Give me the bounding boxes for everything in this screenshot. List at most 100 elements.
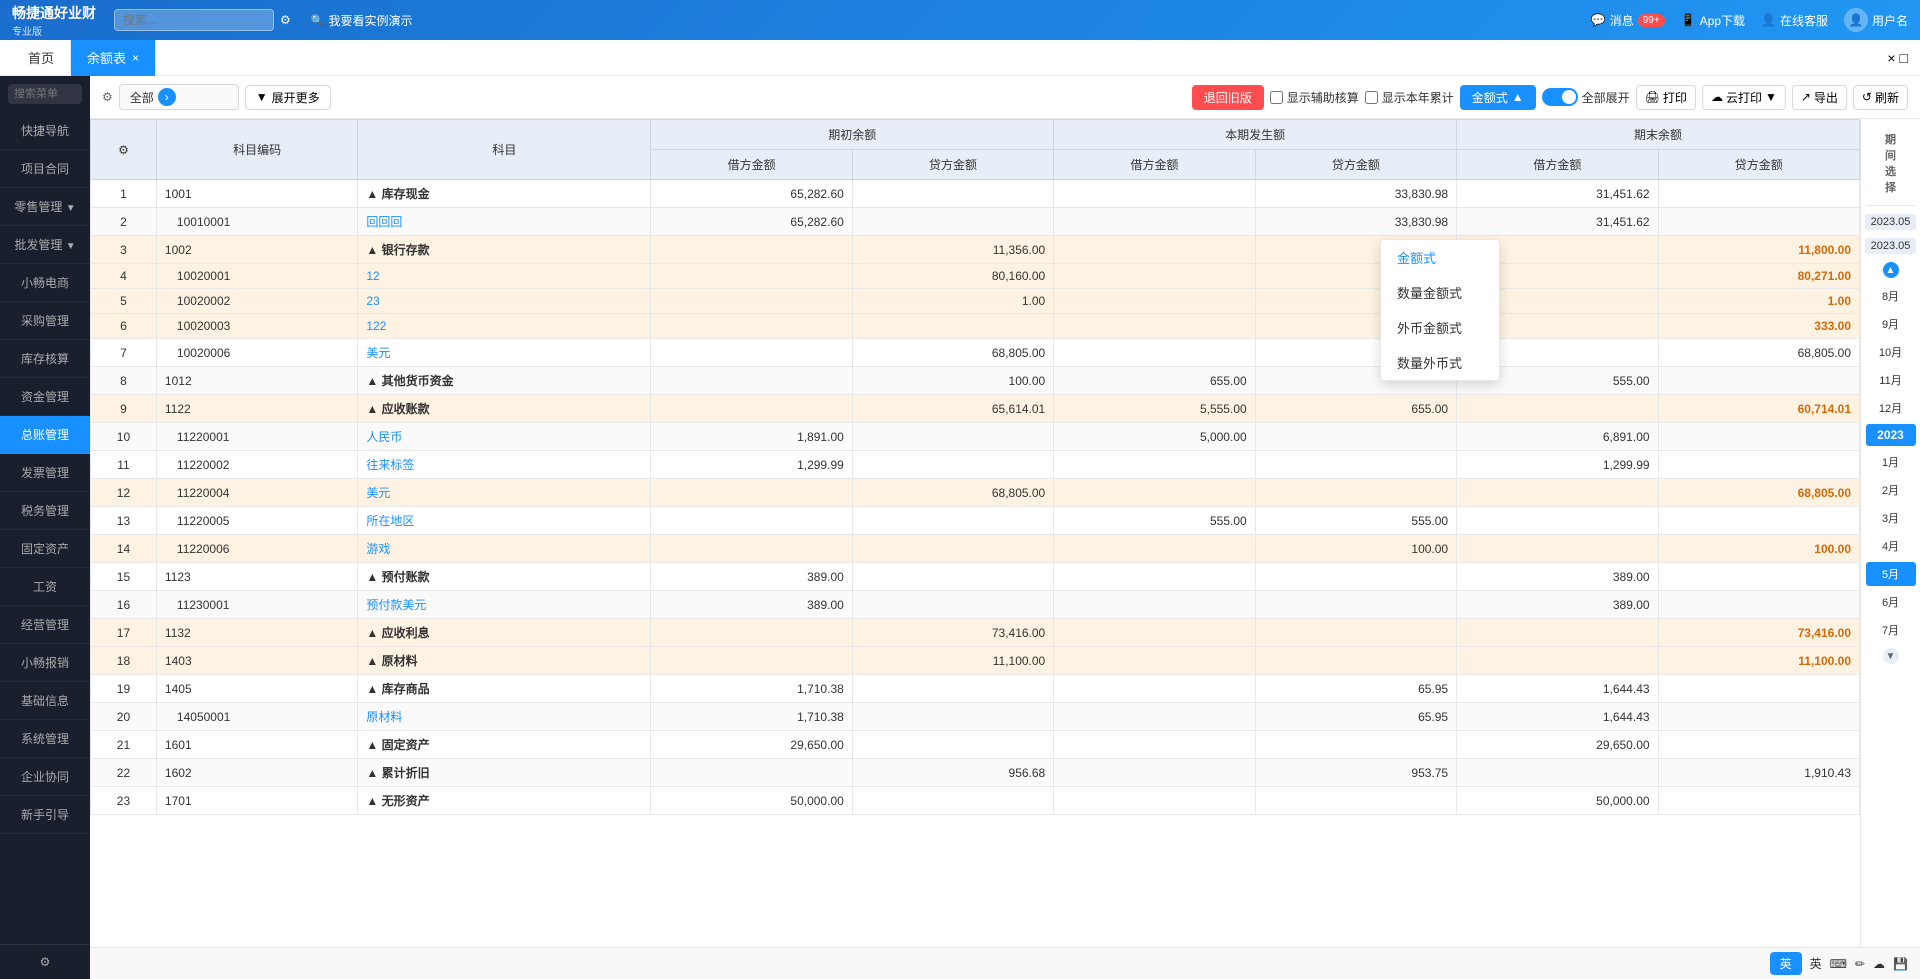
sidebar-item-operations[interactable]: 经营管理 [0, 606, 90, 644]
sidebar-item-fixed[interactable]: 固定资产 [0, 530, 90, 568]
cloud-print-btn[interactable]: ☁ 云打印 ▼ [1702, 85, 1786, 110]
cell-index: 19 [91, 675, 157, 703]
user-avatar[interactable]: 👤 用户名 [1844, 8, 1908, 32]
period-feb[interactable]: 2月 [1866, 478, 1916, 502]
keyboard-icon[interactable]: ⌨ [1830, 957, 1847, 971]
dropdown-jinemoshi[interactable]: 金额式 [1381, 240, 1499, 275]
cell-name[interactable]: 23 [358, 289, 651, 314]
cell-period-credit [1255, 619, 1456, 647]
cell-period-debit [1054, 180, 1255, 208]
cell-closing-credit [1658, 703, 1859, 731]
refresh-btn[interactable]: ↺ 刷新 [1853, 85, 1908, 110]
sidebar-item-ecommerce[interactable]: 小畅电商 [0, 264, 90, 302]
show-year-input[interactable] [1365, 91, 1378, 104]
cloud-sync-icon[interactable]: ☁ [1873, 957, 1885, 971]
online-service-btn[interactable]: 👤 在线客服 [1761, 12, 1828, 29]
sidebar-item-system[interactable]: 系统管理 [0, 720, 90, 758]
dropdown-shuliangjine[interactable]: 数量金额式 [1381, 275, 1499, 310]
print-btn[interactable]: 🖨 打印 [1636, 85, 1696, 110]
mode-btn[interactable]: 金额式 ▲ [1460, 85, 1536, 110]
cell-index: 15 [91, 563, 157, 591]
cell-name[interactable]: 所在地区 [358, 507, 651, 535]
period-nav-down[interactable]: ▼ [1883, 648, 1899, 664]
cell-name[interactable]: 人民币 [358, 423, 651, 451]
cell-period-credit: 33,830.98 [1255, 180, 1456, 208]
tab-balance[interactable]: 余额表 × [71, 40, 156, 76]
tab-home[interactable]: 首页 [12, 40, 71, 76]
show-assist-input[interactable] [1270, 91, 1283, 104]
dropdown-waibijine[interactable]: 外币金额式 [1381, 310, 1499, 345]
period-mar[interactable]: 3月 [1866, 506, 1916, 530]
cell-name[interactable]: 美元 [358, 479, 651, 507]
sidebar-item-payroll[interactable]: 工资 [0, 568, 90, 606]
lang-btn[interactable]: 英 [1770, 952, 1802, 975]
show-assist-checkbox[interactable]: 显示辅助核算 [1270, 89, 1359, 106]
cell-opening-debit [651, 395, 852, 423]
cell-closing-debit [1457, 395, 1658, 423]
sidebar-item-accounting[interactable]: 总账管理 [0, 416, 90, 454]
period-nav-up[interactable]: ▲ [1883, 262, 1899, 278]
dropdown-shuliangwaibi[interactable]: 数量外币式 [1381, 345, 1499, 380]
show-year-checkbox[interactable]: 显示本年累计 [1365, 89, 1454, 106]
sidebar-item-capital[interactable]: 资金管理 [0, 378, 90, 416]
period-year-2023[interactable]: 2023 [1866, 424, 1916, 446]
period-may[interactable]: 5月 [1866, 562, 1916, 586]
period-dec[interactable]: 12月 [1866, 396, 1916, 420]
period-jun[interactable]: 6月 [1866, 590, 1916, 614]
period-jan[interactable]: 1月 [1866, 450, 1916, 474]
sidebar-item-sales[interactable]: 小畅报销 [0, 644, 90, 682]
period-aug[interactable]: 8月 [1866, 284, 1916, 308]
demo-link[interactable]: 🔍 我要看实例演示 [311, 12, 413, 29]
cell-name[interactable]: 预付款美元 [358, 591, 651, 619]
sidebar-item-project[interactable]: 项目合同 [0, 150, 90, 188]
sidebar-item-invoice[interactable]: 发票管理 [0, 454, 90, 492]
expand-more-btn[interactable]: ▼ 展开更多 [245, 85, 331, 110]
cell-name[interactable]: 游戏 [358, 535, 651, 563]
toggle-control[interactable] [1542, 88, 1578, 106]
breadcrumb-forward-btn[interactable]: › [158, 88, 176, 106]
window-restore-btn[interactable]: □ [1900, 50, 1908, 66]
return-old-version-btn[interactable]: 退回旧版 [1192, 85, 1264, 110]
period-oct[interactable]: 10月 [1866, 340, 1916, 364]
period-apr[interactable]: 4月 [1866, 534, 1916, 558]
cell-name[interactable]: 美元 [358, 339, 651, 367]
sidebar-item-retail[interactable]: 零售管理 ▼ [0, 188, 90, 226]
cloud-save-icon[interactable]: 💾 [1893, 957, 1908, 971]
cell-name[interactable]: 回回回 [358, 208, 651, 236]
cell-name[interactable]: 往来标签 [358, 451, 651, 479]
cell-closing-credit [1658, 208, 1859, 236]
cell-closing-credit [1658, 675, 1859, 703]
sidebar-settings-btn[interactable]: ⚙ [0, 944, 90, 979]
window-close-btn[interactable]: × [1887, 50, 1895, 66]
top-search-input[interactable] [114, 9, 274, 31]
sidebar-item-purchase[interactable]: 采购管理 [0, 302, 90, 340]
cell-period-debit [1054, 647, 1255, 675]
period-divider [1866, 205, 1916, 206]
th-settings[interactable]: ⚙ [91, 120, 157, 180]
tab-controls: × □ [1887, 50, 1908, 66]
sidebar-item-guide[interactable]: 新手引导 [0, 796, 90, 834]
app-download-btn[interactable]: 📱 App下载 [1681, 12, 1745, 29]
expand-all-toggle[interactable]: 全部展开 [1542, 88, 1630, 106]
period-jul[interactable]: 7月 [1866, 618, 1916, 642]
sidebar-item-cooperation[interactable]: 企业协同 [0, 758, 90, 796]
sidebar-item-quick-nav[interactable]: 快捷导航 [0, 112, 90, 150]
cell-name: ▲ 无形资产 [358, 787, 651, 815]
eng-icon[interactable]: 英 [1810, 955, 1822, 972]
top-settings-icon[interactable]: ⚙ [280, 13, 291, 27]
tab-close-icon[interactable]: × [132, 51, 139, 65]
period-nov[interactable]: 11月 [1866, 368, 1916, 392]
export-btn[interactable]: ↗ 导出 [1792, 85, 1847, 110]
edit-icon[interactable]: ✏ [1855, 957, 1865, 971]
sidebar-item-basic[interactable]: 基础信息 [0, 682, 90, 720]
settings-col-icon[interactable]: ⚙ [102, 90, 113, 104]
sidebar-search-input[interactable] [8, 84, 82, 104]
sidebar-item-tax[interactable]: 税务管理 [0, 492, 90, 530]
period-sep[interactable]: 9月 [1866, 312, 1916, 336]
cell-name[interactable]: 12 [358, 264, 651, 289]
cell-name[interactable]: 122 [358, 314, 651, 339]
sidebar-item-inventory[interactable]: 库存核算 [0, 340, 90, 378]
sidebar-item-wholesale[interactable]: 批发管理 ▼ [0, 226, 90, 264]
message-btn[interactable]: 💬 消息 99+ [1591, 12, 1665, 29]
cell-name[interactable]: 原材料 [358, 703, 651, 731]
